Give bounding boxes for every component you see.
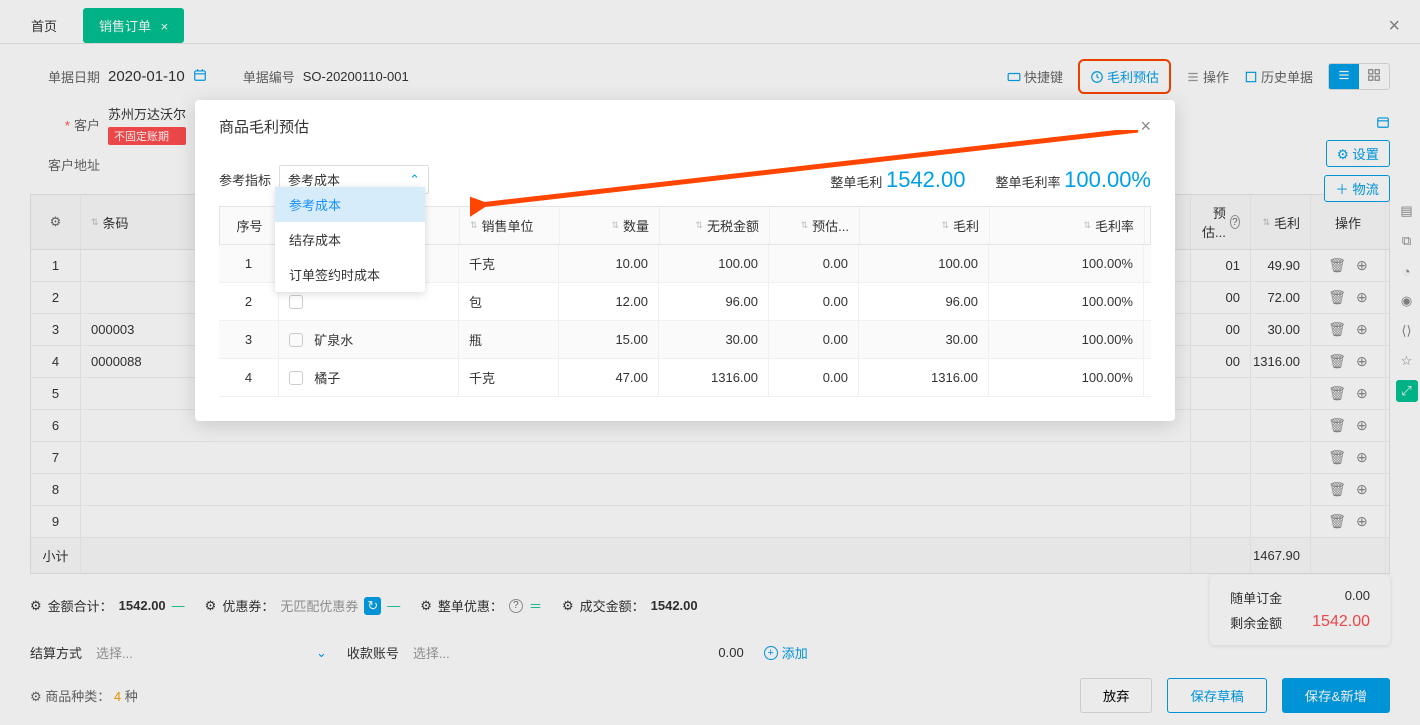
mrow-rate: 100.00%	[989, 245, 1144, 282]
mrow-unit: 千克	[459, 245, 559, 282]
mcol-num[interactable]: 序号	[220, 207, 280, 244]
mcol-qty[interactable]: ⇅数量	[560, 207, 660, 244]
mcol-est[interactable]: ⇅预估...	[770, 207, 860, 244]
mrow-name: 橘子	[279, 359, 459, 396]
dropdown-item-sign-cost[interactable]: 订单签约时成本	[275, 257, 425, 292]
modal-row[interactable]: 4 橘子千克47.001316.000.001316.00100.00%	[219, 359, 1151, 397]
total-profit-label: 整单毛利	[830, 175, 882, 190]
mrow-qty: 47.00	[559, 359, 659, 396]
mrow-prof: 1316.00	[859, 359, 989, 396]
mrow-unit: 瓶	[459, 321, 559, 358]
mcol-unit[interactable]: ⇅销售单位	[460, 207, 560, 244]
mrow-amt: 96.00	[659, 283, 769, 320]
total-profit-value: 1542.00	[886, 167, 966, 192]
mrow-est: 0.00	[769, 321, 859, 358]
mrow-num: 1	[219, 245, 279, 282]
total-rate-value: 100.00%	[1064, 167, 1151, 192]
row-checkbox[interactable]	[289, 371, 303, 385]
modal-head: 商品毛利预估 ×	[195, 100, 1175, 153]
mrow-amt: 100.00	[659, 245, 769, 282]
mrow-qty: 10.00	[559, 245, 659, 282]
mrow-qty: 15.00	[559, 321, 659, 358]
mrow-rate: 100.00%	[989, 283, 1144, 320]
ref-dropdown: 参考成本 结存成本 订单签约时成本	[275, 187, 425, 292]
mrow-est: 0.00	[769, 245, 859, 282]
mrow-qty: 12.00	[559, 283, 659, 320]
mrow-unit: 包	[459, 283, 559, 320]
mrow-name: 矿泉水	[279, 321, 459, 358]
mrow-prof: 96.00	[859, 283, 989, 320]
profit-modal: 商品毛利预估 × 参考指标 参考成本 ⌃ 参考成本 结存成本 订单签约时成本 整…	[195, 100, 1175, 421]
modal-title: 商品毛利预估	[219, 116, 309, 137]
modal-row[interactable]: 3 矿泉水瓶15.0030.000.0030.00100.00%	[219, 321, 1151, 359]
mrow-amt: 30.00	[659, 321, 769, 358]
mrow-num: 2	[219, 283, 279, 320]
dropdown-item-ref-cost[interactable]: 参考成本	[275, 187, 425, 222]
mrow-rate: 100.00%	[989, 359, 1144, 396]
mrow-num: 4	[219, 359, 279, 396]
total-rate-label: 整单毛利率	[996, 175, 1061, 190]
row-checkbox[interactable]	[289, 333, 303, 347]
mrow-rate: 100.00%	[989, 321, 1144, 358]
mrow-prof: 100.00	[859, 245, 989, 282]
mcol-rate[interactable]: ⇅毛利率	[990, 207, 1145, 244]
mrow-amt: 1316.00	[659, 359, 769, 396]
row-checkbox[interactable]	[289, 295, 303, 309]
mrow-num: 3	[219, 321, 279, 358]
modal-close-icon[interactable]: ×	[1140, 116, 1151, 137]
mrow-prof: 30.00	[859, 321, 989, 358]
mrow-unit: 千克	[459, 359, 559, 396]
chevron-up-icon: ⌃	[409, 172, 420, 188]
mcol-prof[interactable]: ⇅毛利	[860, 207, 990, 244]
mcol-amt[interactable]: ⇅无税金额	[660, 207, 770, 244]
mrow-est: 0.00	[769, 283, 859, 320]
dropdown-item-balance-cost[interactable]: 结存成本	[275, 222, 425, 257]
ref-label: 参考指标	[219, 170, 271, 189]
mrow-est: 0.00	[769, 359, 859, 396]
